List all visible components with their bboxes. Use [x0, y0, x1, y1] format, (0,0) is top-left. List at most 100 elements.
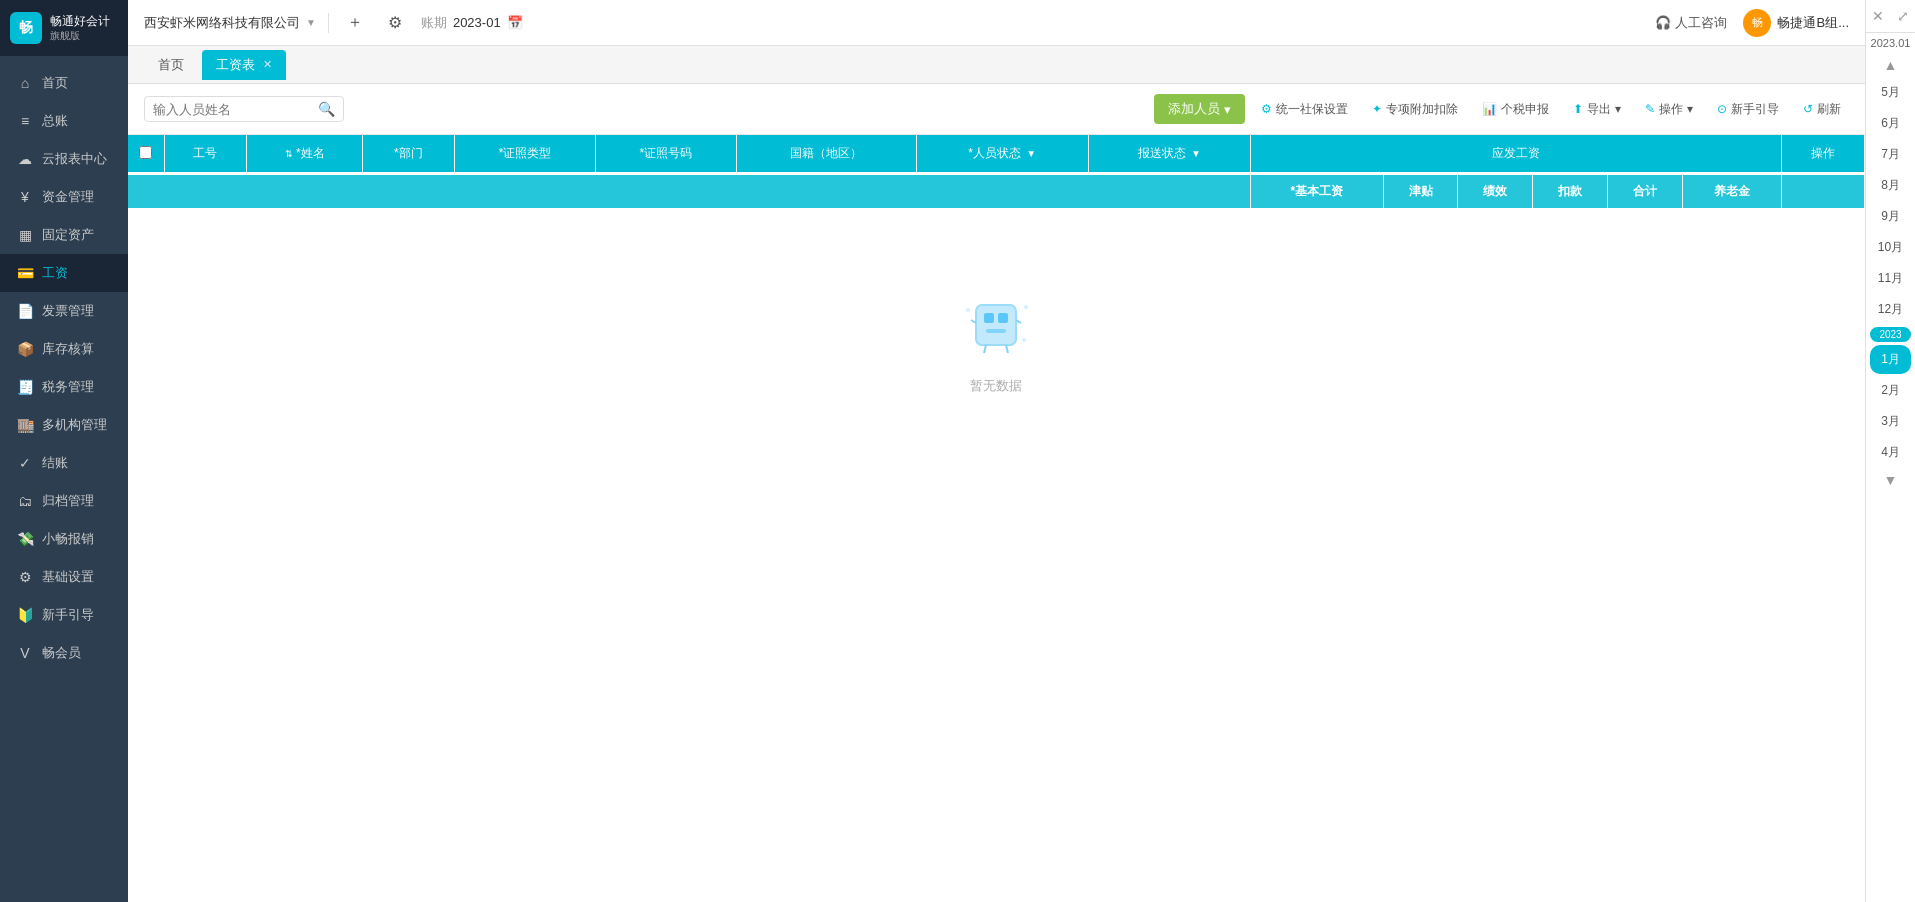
- settings-button[interactable]: ⚙: [381, 9, 409, 37]
- sidebar-item-label: 畅会员: [42, 644, 81, 662]
- refresh-action[interactable]: ↺ 刷新: [1795, 97, 1849, 122]
- period-calendar-icon[interactable]: 📅: [507, 15, 523, 30]
- month-item-11[interactable]: 11月: [1870, 264, 1911, 293]
- sidebar-item-label: 基础设置: [42, 568, 94, 586]
- fund-icon: ¥: [16, 189, 34, 205]
- sidebar-item-settings[interactable]: ⚙ 基础设置: [0, 558, 128, 596]
- tab-bar: 首页 工资表 ✕: [128, 46, 1865, 84]
- tax-filing-action[interactable]: 📊 个税申报: [1474, 97, 1557, 122]
- panel-close-button[interactable]: ✕: [1872, 8, 1884, 24]
- tab-salary[interactable]: 工资表 ✕: [202, 50, 286, 80]
- month-item-3[interactable]: 3月: [1870, 407, 1911, 436]
- sidebar-item-archive[interactable]: 🗂 归档管理: [0, 482, 128, 520]
- sidebar-item-fund[interactable]: ¥ 资金管理: [0, 178, 128, 216]
- company-dropdown-arrow: ▼: [306, 17, 316, 28]
- sidebar-item-home[interactable]: ⌂ 首页: [0, 64, 128, 102]
- special-deduct-action[interactable]: ✦ 专项附加扣除: [1364, 97, 1466, 122]
- operation-action[interactable]: ✎ 操作 ▾: [1637, 97, 1701, 122]
- svg-point-9: [1024, 305, 1028, 309]
- new-guide-action[interactable]: ⊙ 新手引导: [1709, 97, 1787, 122]
- add-company-button[interactable]: ＋: [341, 9, 369, 37]
- user-profile[interactable]: 畅 畅捷通B组...: [1743, 9, 1849, 37]
- tab-salary-close[interactable]: ✕: [263, 58, 272, 71]
- refresh-icon: ↺: [1803, 102, 1813, 116]
- operation-dropdown-icon: ▾: [1687, 102, 1693, 116]
- select-all-checkbox[interactable]: [139, 146, 152, 159]
- period-label: 账期: [421, 14, 447, 32]
- month-item-1[interactable]: 1月: [1870, 345, 1911, 374]
- th-pension: 养老金: [1682, 175, 1781, 208]
- empty-text: 暂无数据: [970, 377, 1022, 395]
- table-container: 工号 ⇅ *姓名 *部门 *证照类型 *证照号码 国籍（地区） *人员状态 ▼ …: [128, 135, 1865, 902]
- panel-expand-button[interactable]: ⤢: [1897, 8, 1909, 24]
- month-item-8[interactable]: 8月: [1870, 171, 1911, 200]
- empty-state: 暂无数据: [128, 205, 1865, 475]
- month-item-4[interactable]: 4月: [1870, 438, 1911, 467]
- invoice-icon: 📄: [16, 303, 34, 319]
- tab-home-label: 首页: [158, 56, 184, 74]
- sidebar-item-label: 首页: [42, 74, 68, 92]
- sidebar-item-label: 固定资产: [42, 226, 94, 244]
- month-item-2[interactable]: 2月: [1870, 376, 1911, 405]
- sidebar-item-inventory[interactable]: 📦 库存核算: [0, 330, 128, 368]
- sidebar-nav: ⌂ 首页 ≡ 总账 ☁ 云报表中心 ¥ 资金管理 ▦ 固定资产 💳 工资 📄 发…: [0, 56, 128, 902]
- header-right: 🎧 人工咨询 畅 畅捷通B组...: [1655, 9, 1849, 37]
- panel-period-label: 2023.01: [1866, 33, 1915, 53]
- company-name: 西安虾米网络科技有限公司: [144, 14, 300, 32]
- company-selector[interactable]: 西安虾米网络科技有限公司 ▼: [144, 14, 316, 32]
- svg-point-10: [1022, 338, 1026, 342]
- period-value: 2023-01: [453, 15, 501, 30]
- export-action[interactable]: ⬆ 导出 ▾: [1565, 97, 1629, 122]
- sidebar-item-label: 云报表中心: [42, 150, 107, 168]
- sidebar-item-guide[interactable]: 🔰 新手引导: [0, 596, 128, 634]
- member-icon: V: [16, 645, 34, 661]
- sidebar-item-salary[interactable]: 💳 工资: [0, 254, 128, 292]
- sidebar-item-fixed-asset[interactable]: ▦ 固定资产: [0, 216, 128, 254]
- th-salary-group: 应发工资: [1250, 135, 1781, 172]
- month-item-12[interactable]: 12月: [1870, 295, 1911, 324]
- sidebar-item-tax[interactable]: 🧾 税务管理: [0, 368, 128, 406]
- inventory-icon: 📦: [16, 341, 34, 357]
- sidebar-item-member[interactable]: V 畅会员: [0, 634, 128, 672]
- social-settings-label: 统一社保设置: [1276, 101, 1348, 118]
- sort-icon-name: ⇅: [285, 149, 293, 159]
- th-id-number: *证照号码: [595, 135, 736, 172]
- tax-icon2: 📊: [1482, 102, 1497, 116]
- sidebar-item-settle[interactable]: ✓ 结账: [0, 444, 128, 482]
- add-person-button[interactable]: 添加人员 ▾: [1154, 94, 1245, 124]
- right-panel: ✕ ⤢ 2023.01 ▲ 5月 6月 7月 8月 9月 10月 11月 12月…: [1865, 0, 1915, 902]
- person-status-filter-icon[interactable]: ▼: [1026, 148, 1036, 159]
- export-label: 导出: [1587, 101, 1611, 118]
- report-status-filter-icon[interactable]: ▼: [1191, 148, 1201, 159]
- search-wrap[interactable]: 🔍: [144, 96, 344, 122]
- search-input[interactable]: [153, 102, 312, 117]
- sidebar-item-expense[interactable]: 💸 小畅报销: [0, 520, 128, 558]
- period-info: 账期 2023-01 📅: [421, 14, 523, 32]
- panel-scroll-up[interactable]: ▲: [1866, 53, 1915, 77]
- sidebar-item-cloud-report[interactable]: ☁ 云报表中心: [0, 140, 128, 178]
- sidebar-item-label: 资金管理: [42, 188, 94, 206]
- add-person-dropdown-icon: ▾: [1224, 102, 1231, 117]
- tab-home[interactable]: 首页: [144, 50, 198, 80]
- sidebar-item-invoice[interactable]: 📄 发票管理: [0, 292, 128, 330]
- customer-service[interactable]: 🎧 人工咨询: [1655, 14, 1727, 32]
- main-wrapper: 西安虾米网络科技有限公司 ▼ ＋ ⚙ 账期 2023-01 📅 🎧 人工咨询 畅…: [128, 0, 1865, 902]
- add-person-label: 添加人员: [1168, 100, 1220, 118]
- search-icon: 🔍: [318, 101, 335, 117]
- panel-scroll-down[interactable]: ▼: [1866, 468, 1915, 492]
- svg-point-8: [966, 308, 970, 312]
- month-item-5[interactable]: 5月: [1870, 78, 1911, 107]
- month-item-9[interactable]: 9月: [1870, 202, 1911, 231]
- svg-rect-3: [986, 329, 1006, 333]
- right-panel-header: ✕ ⤢: [1866, 0, 1915, 33]
- sidebar-item-multi-org[interactable]: 🏬 多机构管理: [0, 406, 128, 444]
- sidebar-item-ledger[interactable]: ≡ 总账: [0, 102, 128, 140]
- special-deduct-icon: ✦: [1372, 102, 1382, 116]
- th-checkbox[interactable]: [128, 135, 164, 172]
- month-item-10[interactable]: 10月: [1870, 233, 1911, 262]
- th-dept: *部门: [362, 135, 454, 172]
- ledger-icon: ≡: [16, 113, 34, 129]
- month-item-6[interactable]: 6月: [1870, 109, 1911, 138]
- month-item-7[interactable]: 7月: [1870, 140, 1911, 169]
- social-settings-action[interactable]: ⚙ 统一社保设置: [1253, 97, 1356, 122]
